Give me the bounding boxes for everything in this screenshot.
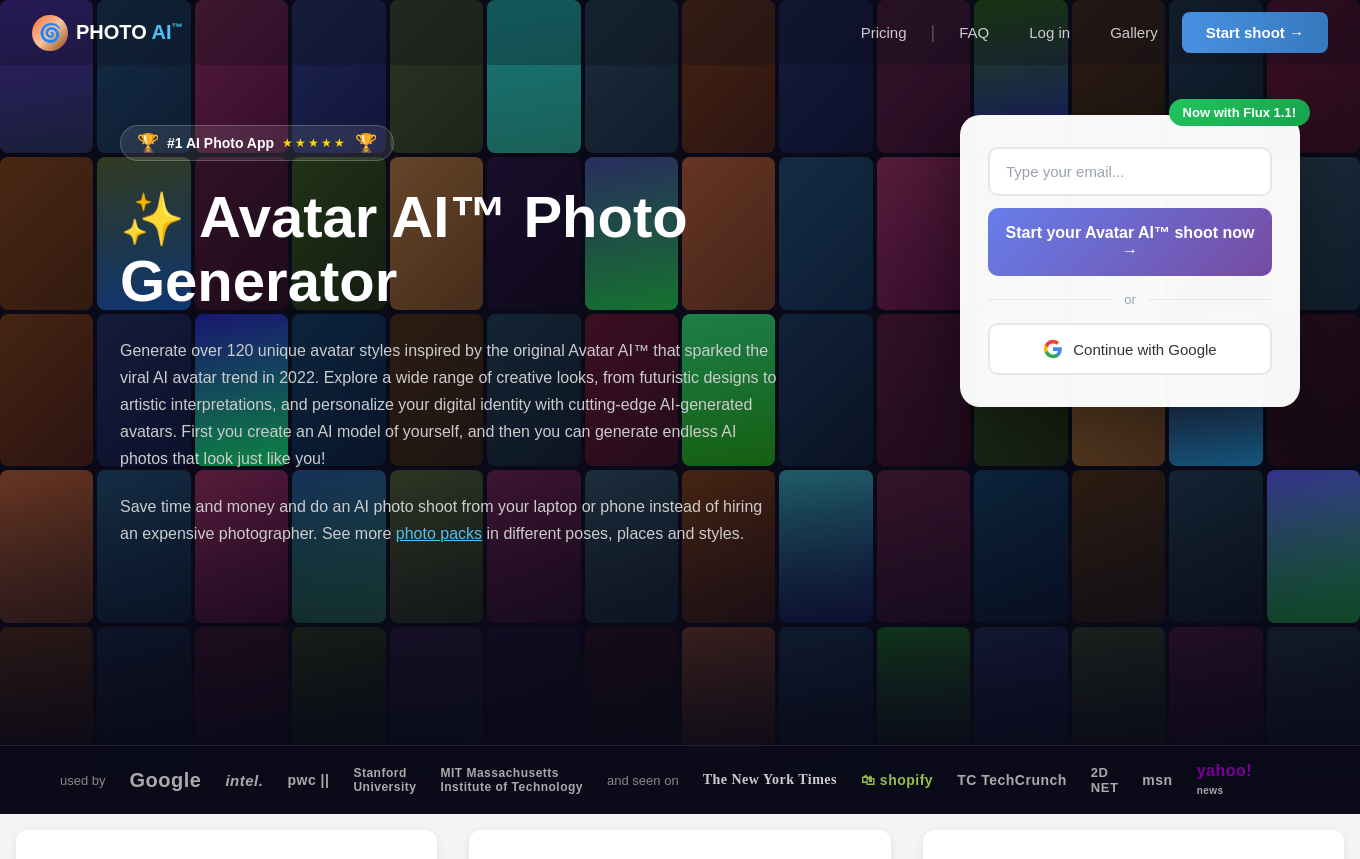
- hero-section: 🏆 #1 AI Photo App ★★★★★ 🏆 ✨ Avatar AI™ P…: [0, 65, 1360, 745]
- trust-bar: used by Google intel. pwc || StanfordUni…: [0, 745, 1360, 814]
- award-text: #1 AI Photo App: [167, 135, 274, 151]
- google-trust-logo: Google: [130, 769, 202, 792]
- navbar: 🌀 PHOTO AI™ Pricing | FAQ Log in Gallery…: [0, 0, 1360, 65]
- yahoo-trust-logo: yahoo!news: [1197, 762, 1252, 798]
- intel-trust-logo: intel.: [225, 772, 263, 789]
- zdnet-trust-logo: 2DNET: [1091, 765, 1119, 795]
- seen-on-label: and seen on: [607, 773, 679, 788]
- google-button-label: Continue with Google: [1073, 341, 1216, 358]
- msn-trust-logo: msn: [1142, 772, 1172, 788]
- testimonial-text-3: ""Photo AI will be able to: [947, 854, 1320, 859]
- sparkle-icon: ✨: [120, 190, 185, 248]
- award-badge: 🏆 #1 AI Photo App ★★★★★ 🏆: [120, 125, 394, 161]
- testimonial-card-3: ""Photo AI will be able to: [923, 830, 1344, 859]
- google-logo-icon: [1043, 339, 1063, 359]
- testimonial-card-2: ""Photo AI can help content: [469, 830, 890, 859]
- nyt-trust-logo: The New York Times: [703, 772, 837, 788]
- trust-logos-seen: The New York Times 🛍 shopify TC TechCrun…: [703, 762, 1252, 798]
- testimonial-text-2: ""Photo AI can help content: [493, 854, 866, 859]
- testimonials-section: ""Photo AI is making money by ""Photo AI…: [0, 814, 1360, 859]
- stars: ★★★★★: [282, 136, 347, 150]
- laurel-left: 🏆: [137, 132, 159, 154]
- or-divider: or: [988, 292, 1272, 307]
- testimonial-text-1: ""Photo AI is making money by: [40, 854, 413, 859]
- stanford-trust-logo: StanfordUniversity: [353, 766, 416, 794]
- hero-content: 🏆 #1 AI Photo App ★★★★★ 🏆 ✨ Avatar AI™ P…: [120, 105, 780, 547]
- hero-title: ✨ Avatar AI™ Photo Generator: [120, 185, 780, 313]
- testimonial-card-1: ""Photo AI is making money by: [16, 830, 437, 859]
- start-shoot-cta-button[interactable]: Start your Avatar AI™ shoot now →: [988, 208, 1272, 276]
- nav-gallery[interactable]: Gallery: [1094, 16, 1174, 49]
- hero-description-2: Save time and money and do an AI photo s…: [120, 493, 780, 547]
- hero-description: Generate over 120 unique avatar styles i…: [120, 337, 780, 473]
- or-line-left: [988, 299, 1112, 300]
- nav-links: Pricing | FAQ Log in Gallery Start shoot…: [845, 12, 1328, 53]
- shopify-trust-logo: 🛍 shopify: [861, 772, 933, 788]
- flux-badge: Now with Flux 1.1!: [1169, 99, 1310, 126]
- techcrunch-trust-logo: TC TechCrunch: [957, 772, 1067, 788]
- signup-card: Now with Flux 1.1! Start your Avatar AI™…: [960, 115, 1300, 407]
- or-line-right: [1148, 299, 1272, 300]
- laurel-right: 🏆: [355, 132, 377, 154]
- mit-trust-logo: MIT MassachusettsInstitute of Technology: [440, 766, 583, 794]
- nav-sep-1: |: [931, 22, 936, 43]
- nav-pricing[interactable]: Pricing: [845, 16, 923, 49]
- photo-packs-link[interactable]: photo packs: [396, 525, 482, 542]
- logo-text: PHOTO AI™: [76, 21, 183, 44]
- email-input[interactable]: [988, 147, 1272, 196]
- google-signin-button[interactable]: Continue with Google: [988, 323, 1272, 375]
- logo[interactable]: 🌀 PHOTO AI™: [32, 15, 183, 51]
- logo-icon: 🌀: [32, 15, 68, 51]
- pwc-trust-logo: pwc ||: [287, 772, 329, 788]
- start-shoot-button[interactable]: Start shoot →: [1182, 12, 1328, 53]
- or-text: or: [1124, 292, 1136, 307]
- used-by-label: used by: [60, 773, 106, 788]
- nav-faq[interactable]: FAQ: [943, 16, 1005, 49]
- trust-logos-used: Google intel. pwc || StanfordUniversity …: [130, 766, 584, 794]
- nav-login[interactable]: Log in: [1013, 16, 1086, 49]
